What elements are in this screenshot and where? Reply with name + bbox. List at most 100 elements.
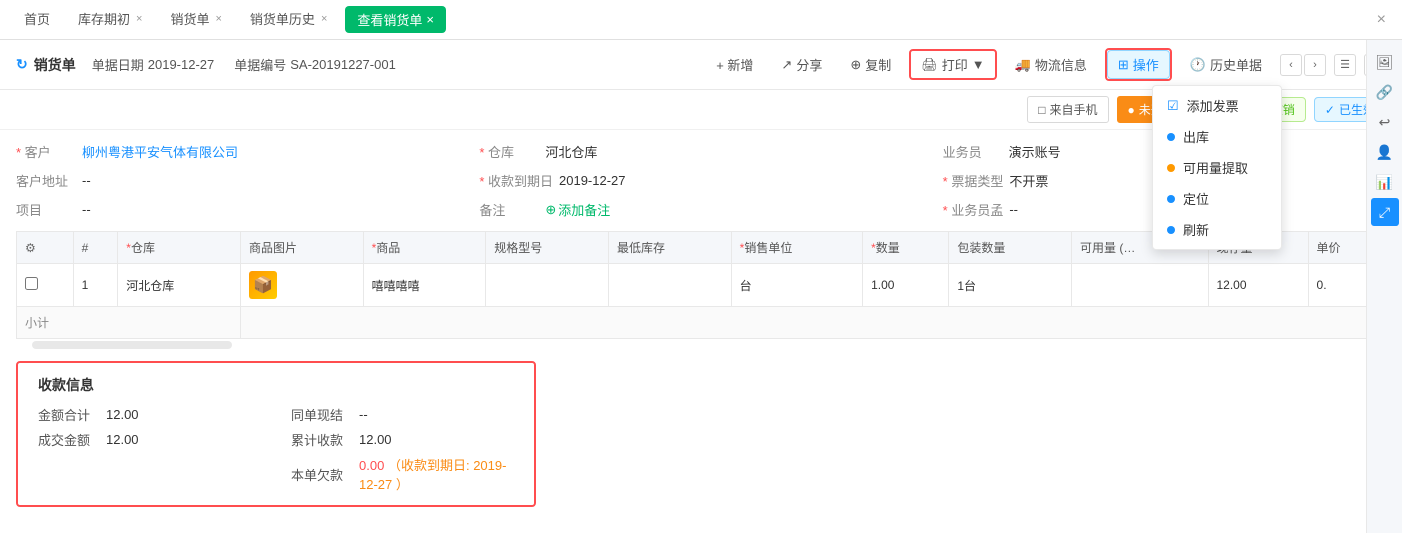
logistics-button[interactable]: 🚚 物流信息 [1005,51,1097,78]
list-view-btn[interactable]: ☰ [1334,54,1356,76]
row-min-stock [608,264,731,307]
locate-item[interactable]: 定位 [1153,183,1281,214]
payment-title: 收款信息 [38,375,514,395]
tab-sales[interactable]: 销货单 × [156,0,235,40]
tab-bar: 首页 库存期初 × 销货单 × 销货单历史 × 查看销货单 × × [0,0,1402,40]
sidebar-image-icon[interactable]: 🖼 [1371,48,1399,76]
share-button[interactable]: ↗ 分享 [771,51,832,78]
note-label: 备注 [479,200,539,219]
owed-row: 本单欠款 0.00 （收款到期日: 2019-12-27 ） [291,455,514,493]
tab-inventory[interactable]: 库存期初 × [64,0,156,40]
customer-label: 客户 [16,142,76,161]
next-arrow[interactable]: › [1304,54,1326,76]
print-button[interactable]: 🖨 打印 ▼ [911,51,994,78]
history-button[interactable]: 🕐 历史单据 [1180,51,1272,78]
document-title: 销货单 [34,55,76,75]
th-unit: *销售单位 [731,232,862,264]
warehouse-value: 河北仓库 [545,142,597,161]
address-label: 客户地址 [16,171,76,190]
amount-row: 金额合计 12.00 [38,405,261,424]
amount-value: 12.00 [106,407,139,422]
tab-sales-history[interactable]: 销货单历史 × [236,0,341,40]
radio-blue-icon [1167,133,1175,141]
subtotal-values [240,307,1385,339]
row-available [1072,264,1209,307]
due-date-value: 2019-12-27 [559,173,626,188]
th-product-img: 商品图片 [240,232,363,264]
row-check-input[interactable] [25,277,38,290]
product-image: 📦 [249,271,277,299]
th-gear: ⚙ [17,232,74,264]
sidebar-back-icon[interactable]: ↩ [1371,108,1399,136]
row-product: 嘻嘻嘻嘻 [363,264,486,307]
close-sales-history-tab[interactable]: × [321,13,327,25]
due-date-label: 收款到期日 [479,171,553,190]
customer-value[interactable]: 柳州粤港平安气体有限公司 [82,142,238,161]
new-button[interactable]: + 新增 [706,51,763,78]
th-warehouse: *仓库 [118,232,241,264]
staff2-value: -- [1009,202,1018,217]
row-checkbox[interactable] [17,264,74,307]
date-meta: 单据日期 2019-12-27 [92,55,215,74]
project-field: 项目 -- [16,200,459,219]
add-invoice-item[interactable]: ☑ 添加发票 [1153,90,1281,121]
ticket-label: 票据类型 [943,171,1004,190]
sidebar-expand-icon[interactable]: ⤢ [1371,198,1399,226]
sidebar-user-icon[interactable]: 👤 [1371,138,1399,166]
close-view-sales-tab[interactable]: × [426,12,434,27]
ticket-value: 不开票 [1009,171,1048,190]
outbound-item[interactable]: 出库 [1153,121,1281,152]
th-no: # [73,232,118,264]
copy-icon: ⊕ [850,57,861,73]
sidebar-link-icon[interactable]: 🔗 [1371,78,1399,106]
document-header: ↻ 销货单 单据日期 2019-12-27 单据编号 SA-20191227-0… [0,40,1402,90]
copy-button[interactable]: ⊕ 复制 [840,51,901,78]
same-order-row: 同单现结 -- [291,405,514,424]
note-field: 备注 ⊕ 添加备注 [479,200,922,219]
amount-label: 金额合计 [38,405,98,424]
th-product: *商品 [363,232,486,264]
number-label: 单据编号 [234,55,286,74]
owed-label: 本单欠款 [291,465,351,484]
refresh-item[interactable]: 刷新 [1153,214,1281,245]
radio-blue3-icon [1167,226,1175,234]
print-dropdown-icon: ▼ [972,57,985,72]
row-stock: 12.00 [1208,264,1308,307]
close-sales-tab[interactable]: × [215,13,221,25]
row-spec [486,264,609,307]
subtotal-label: 小计 [17,307,241,339]
project-label: 项目 [16,200,76,219]
address-field: 客户地址 -- [16,171,459,190]
row-img: 📦 [240,264,363,307]
row-package-qty: 1台 [949,264,1072,307]
date-label: 单据日期 [92,55,144,74]
prev-arrow[interactable]: ‹ [1280,54,1302,76]
staff2-label: 业务员孟 [943,200,1004,219]
cumulative-row: 累计收款 12.00 [291,430,514,449]
logistics-icon: 🚚 [1015,57,1031,73]
from-phone-button[interactable]: □ 来自手机 [1027,96,1108,123]
available-qty-item[interactable]: 可用量提取 [1153,152,1281,183]
print-highlight: 🖨 打印 ▼ [909,49,996,80]
window-close-button[interactable]: × [1371,11,1392,28]
sidebar-chart-icon[interactable]: 📊 [1371,168,1399,196]
nav-arrows: ‹ › [1280,54,1326,76]
transaction-label: 成交金额 [38,430,98,449]
doc-icon: ↻ [16,56,28,73]
same-order-value: -- [359,407,368,422]
horizontal-scrollbar[interactable] [32,341,232,349]
share-icon: ↗ [781,57,792,73]
row-quantity: 1.00 [863,264,949,307]
close-inventory-tab[interactable]: × [136,13,142,25]
effective-icon: ✓ [1325,103,1335,117]
number-value: SA-20191227-001 [290,57,396,72]
tab-view-sales[interactable]: 查看销货单 × [345,6,446,33]
add-note-button[interactable]: ⊕ 添加备注 [545,200,610,219]
due-date-field: 收款到期日 2019-12-27 [479,171,922,190]
document-title-area: ↻ 销货单 [16,55,76,75]
tab-home[interactable]: 首页 [10,0,64,40]
operate-icon: ⊞ [1118,57,1129,73]
transaction-value: 12.00 [106,432,139,447]
operate-button[interactable]: ⊞ 操作 [1107,50,1170,79]
staff-label: 业务员 [943,142,1003,161]
